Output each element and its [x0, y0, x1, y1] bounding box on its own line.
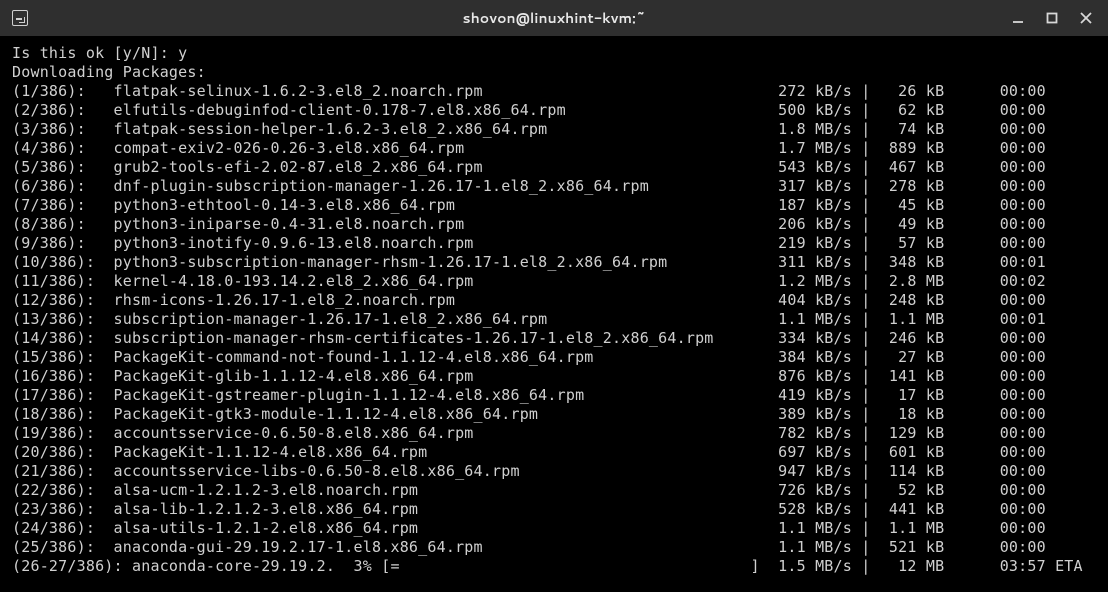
terminal-body[interactable]: Is this ok [y/N]: y Downloading Packages…	[0, 36, 1108, 592]
titlebar[interactable]: shovon@linuxhint-kvm:~	[0, 0, 1108, 36]
window-title: shovon@linuxhint-kvm:~	[0, 8, 1108, 28]
terminal-window: shovon@linuxhint-kvm:~ Is this ok [y/N]:…	[0, 0, 1108, 592]
